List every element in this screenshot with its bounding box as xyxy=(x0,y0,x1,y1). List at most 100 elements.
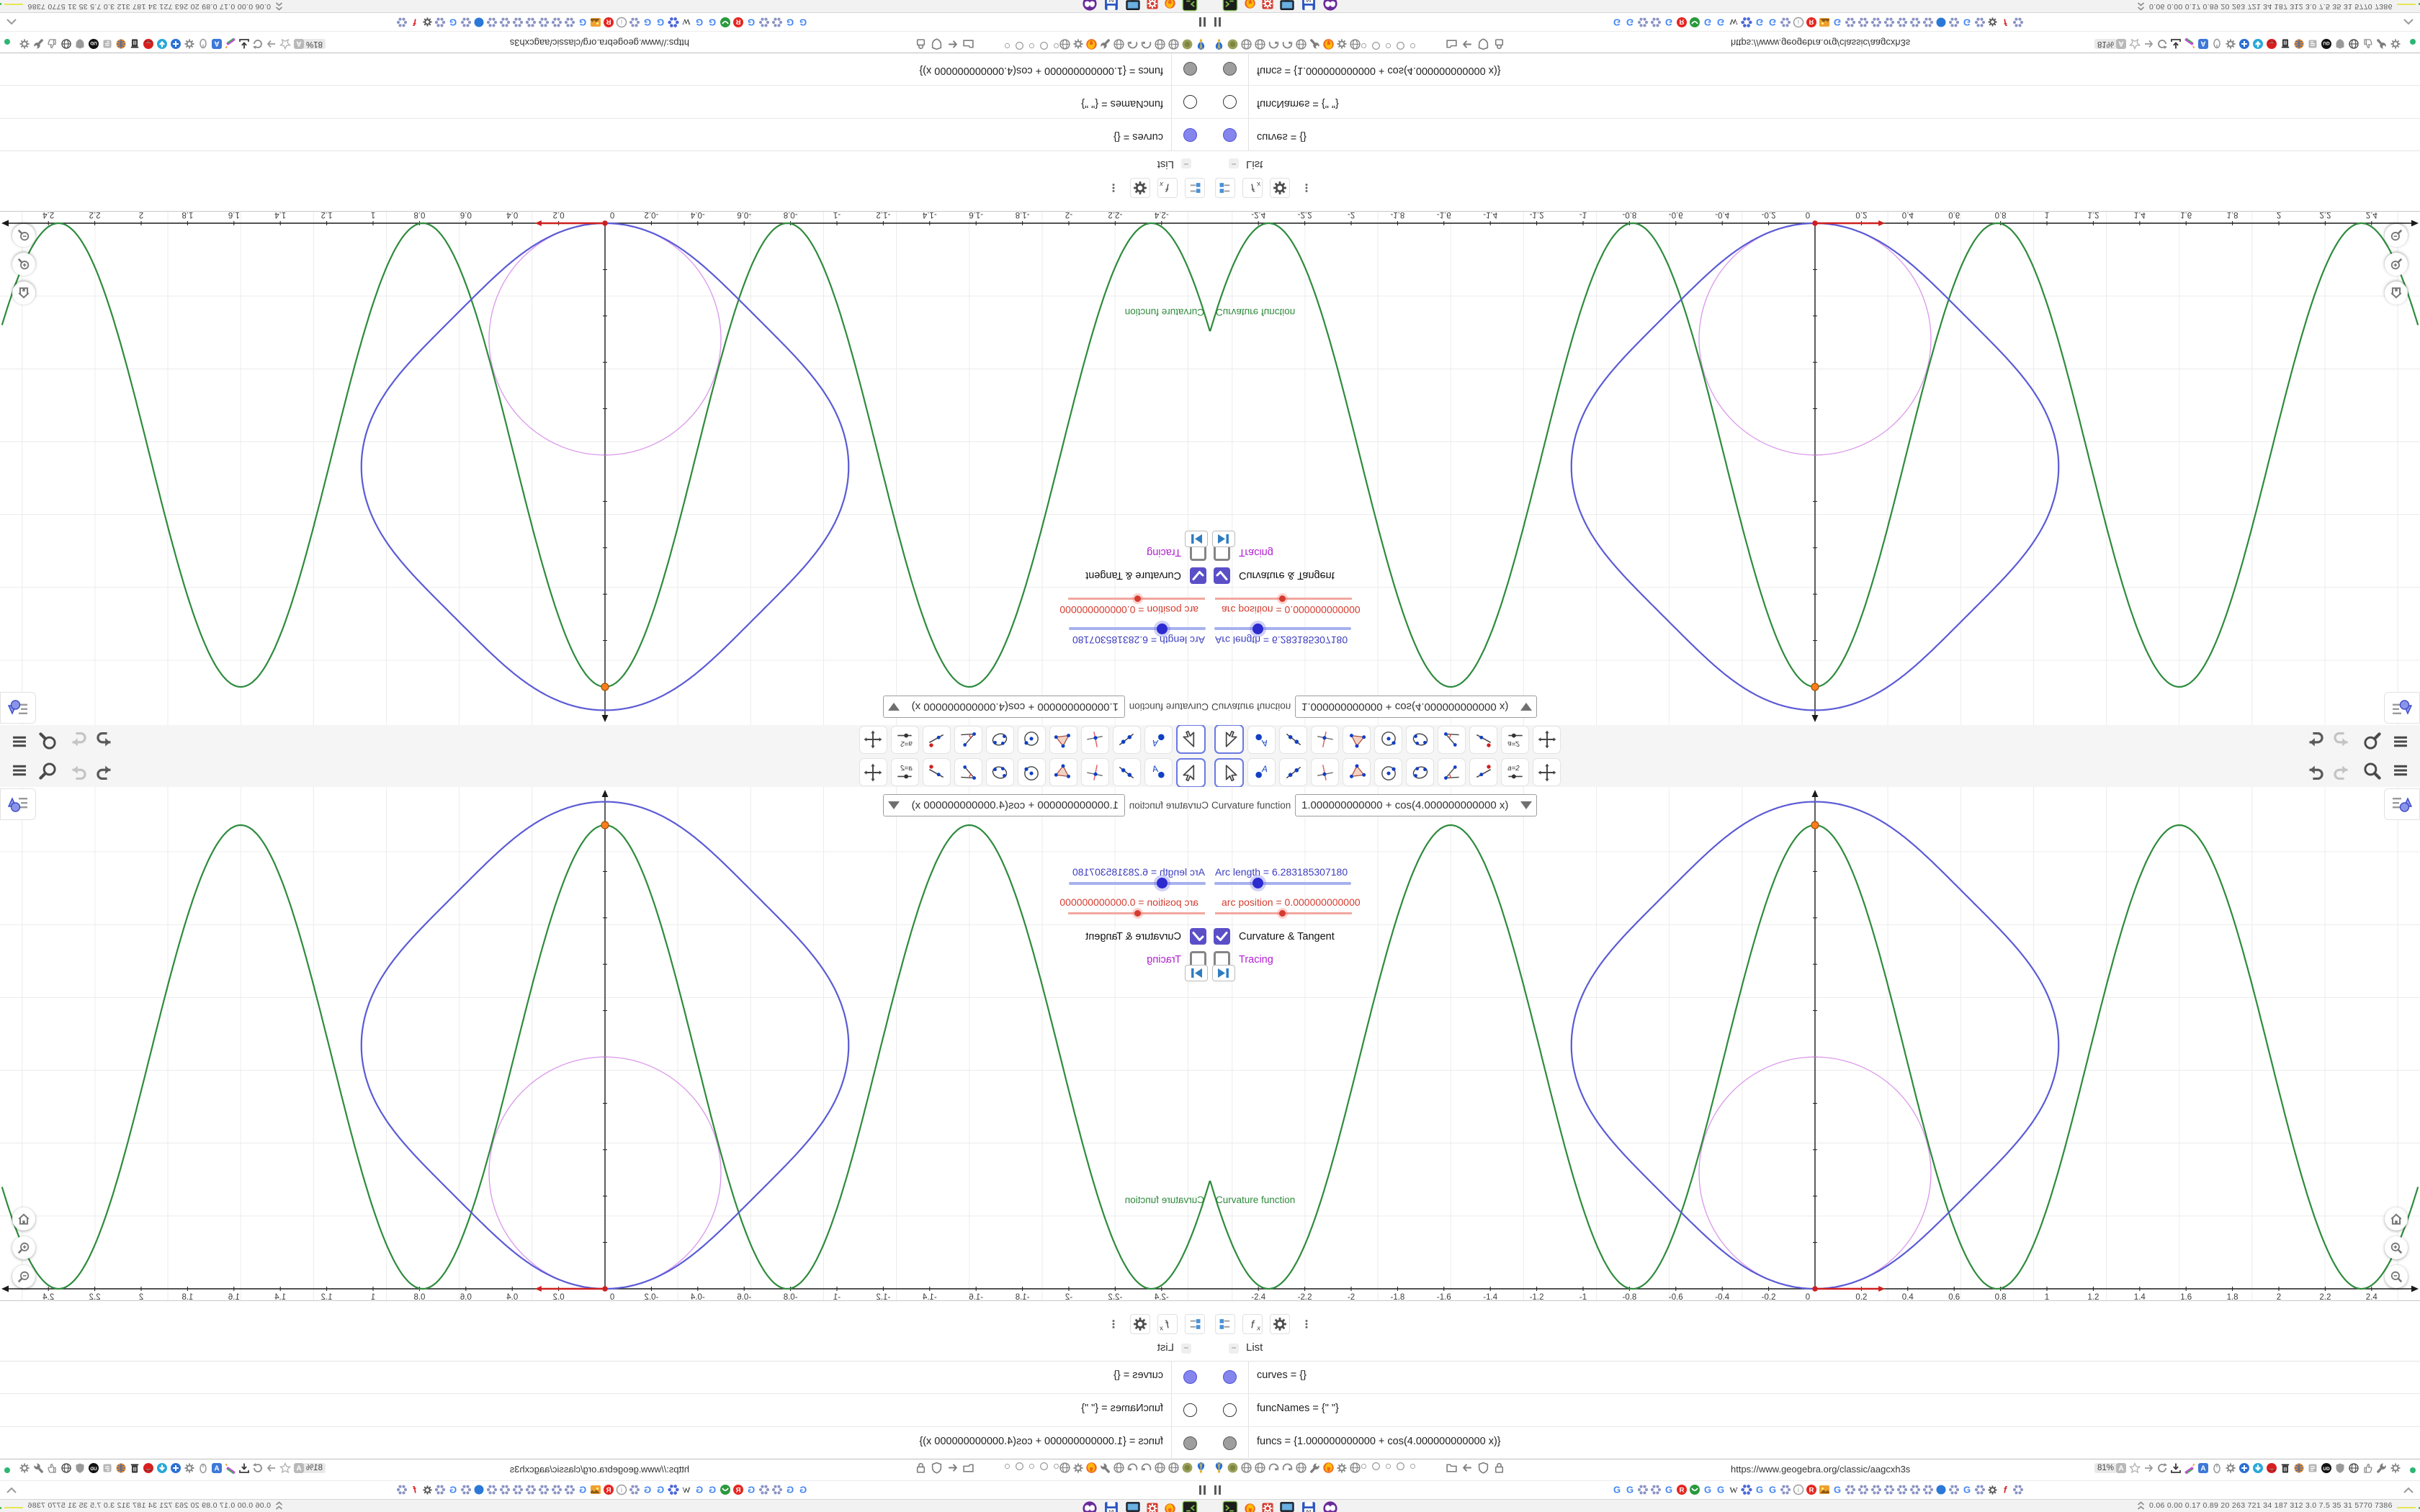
gearG-icon[interactable] xyxy=(1072,1462,1084,1474)
tool-perpendicular-button[interactable] xyxy=(1311,726,1339,754)
arrL-icon[interactable] xyxy=(946,1462,959,1474)
plusC-icon[interactable] xyxy=(170,1462,182,1474)
g-icon[interactable]: G xyxy=(642,1484,653,1495)
shieldG-icon[interactable] xyxy=(74,1462,86,1474)
algebra-list-header[interactable]: − List xyxy=(1210,150,2420,175)
redC-icon[interactable]: TCF xyxy=(2266,39,2277,50)
tool-conic-button[interactable] xyxy=(1406,758,1434,786)
tool-conic-button[interactable] xyxy=(1406,726,1434,754)
thumb-icon[interactable] xyxy=(2362,39,2373,50)
tool-move-button[interactable] xyxy=(1214,724,1244,754)
firefox-icon[interactable] xyxy=(1322,38,1335,50)
gearD-icon[interactable] xyxy=(1987,1485,1998,1495)
arc-position-slider-knob[interactable] xyxy=(1279,909,1286,917)
menu-button[interactable] xyxy=(2391,761,2410,780)
ros-icon[interactable] xyxy=(1845,17,1856,28)
bdot-icon[interactable] xyxy=(1935,17,1947,28)
algebra-tree-button[interactable] xyxy=(1215,178,1235,198)
globeD-icon[interactable] xyxy=(2348,1462,2360,1474)
ring11-icon[interactable] xyxy=(1396,1462,1405,1471)
mouse-icon[interactable] xyxy=(2211,1462,2223,1474)
curvature-tangent-checkbox[interactable] xyxy=(1190,928,1206,945)
img-icon[interactable] xyxy=(1819,1484,1830,1495)
arrR-icon[interactable] xyxy=(2143,1462,2154,1474)
redC-icon[interactable]: TCF xyxy=(2266,1462,2277,1474)
mask-icon[interactable] xyxy=(1082,1500,1098,1512)
arc-length-slider-knob[interactable] xyxy=(1157,878,1168,888)
algebra-row-2[interactable]: funcNames = {" "} xyxy=(1210,1394,2420,1427)
algebra-row-1[interactable]: curves = {} xyxy=(0,1361,1210,1394)
graphics-view[interactable]: -2.4 -2.2 -2 -1.8 -1.6 -1.4 -1.2 -1 -0.8 -0.6 -0.4… xyxy=(0,787,1210,1300)
tool-polygon-button[interactable] xyxy=(1343,758,1371,786)
visibility-toggle[interactable] xyxy=(1183,1370,1197,1384)
transG-icon[interactable]: A xyxy=(2115,1462,2127,1474)
ros-icon[interactable] xyxy=(512,17,524,28)
gearRed-icon[interactable] xyxy=(1262,0,1273,9)
ya-icon[interactable]: R xyxy=(1806,17,1817,28)
shieldO-icon[interactable] xyxy=(1477,38,1489,50)
ros-icon[interactable] xyxy=(1896,1484,1908,1495)
zoom-level-badge[interactable]: 81% xyxy=(2094,1463,2118,1473)
tool-conic-button[interactable] xyxy=(986,758,1014,786)
folder-icon[interactable] xyxy=(1446,38,1458,50)
tool-circle-center-point-button[interactable] xyxy=(1374,758,1402,786)
shieldG-icon[interactable] xyxy=(74,39,86,50)
ros-icon[interactable] xyxy=(512,1484,524,1495)
ring8-icon[interactable] xyxy=(1410,42,1416,49)
algebra-list-header[interactable]: − List xyxy=(1210,1337,2420,1362)
tool-slider-button[interactable]: a=2 xyxy=(891,726,919,754)
chevron-up-icon[interactable] xyxy=(6,1485,17,1498)
collapse-icon[interactable]: − xyxy=(1229,1344,1239,1354)
algebra-row-1[interactable]: curves = {} xyxy=(0,118,1210,151)
ros-icon[interactable] xyxy=(1948,17,1960,28)
ud-icon[interactable]: UD xyxy=(88,1462,99,1474)
ros-icon[interactable] xyxy=(396,1484,408,1495)
down-icon[interactable] xyxy=(238,1462,250,1474)
ros-icon[interactable] xyxy=(2012,17,2024,28)
arc-length-slider[interactable] xyxy=(1069,624,1206,634)
globeD-icon[interactable] xyxy=(60,39,72,50)
algebra-row-2[interactable]: funcNames = {" "} xyxy=(0,85,1210,118)
terminal-icon[interactable] xyxy=(1222,1500,1238,1512)
downC-icon[interactable] xyxy=(2252,39,2264,50)
gauge-icon[interactable] xyxy=(1281,1462,1294,1474)
transB-icon[interactable]: A xyxy=(2197,1462,2209,1474)
home-button[interactable] xyxy=(2385,1207,2408,1230)
collapse-icon[interactable]: − xyxy=(1181,1343,1191,1354)
img-icon[interactable] xyxy=(1819,17,1830,28)
balloon-icon[interactable] xyxy=(1195,1462,1207,1474)
globe-icon[interactable] xyxy=(1295,1462,1307,1474)
globe-icon[interactable] xyxy=(1295,38,1307,50)
ros-icon[interactable] xyxy=(486,1484,498,1495)
g-icon[interactable]: G xyxy=(797,17,809,28)
gearG-icon[interactable] xyxy=(19,39,30,50)
g-icon[interactable]: G xyxy=(1715,1484,1726,1495)
arc-position-slider[interactable] xyxy=(1215,909,1352,917)
collapse-icon[interactable]: − xyxy=(1181,158,1191,169)
thumb-icon[interactable] xyxy=(47,39,58,50)
tool-tangent-button[interactable] xyxy=(1469,758,1497,786)
trash-icon[interactable] xyxy=(129,1462,140,1474)
visibility-toggle[interactable] xyxy=(1223,1403,1237,1417)
bdot-icon[interactable] xyxy=(473,17,485,28)
ros-icon[interactable] xyxy=(525,17,537,28)
firefox-icon[interactable] xyxy=(1244,0,1256,10)
kebab-menu-button[interactable] xyxy=(1104,179,1123,197)
visibility-toggle[interactable] xyxy=(1223,1370,1237,1384)
tool-point-button[interactable]: A xyxy=(1144,726,1173,754)
algebra-row-1[interactable]: curves = {} xyxy=(1210,1361,2420,1394)
algebra-row-3[interactable]: funcs = {1.000000000000 + cos(4.00000000… xyxy=(0,52,1210,85)
redo-button[interactable] xyxy=(2334,732,2352,751)
ros-icon[interactable] xyxy=(1637,1484,1649,1495)
gearG-icon[interactable] xyxy=(19,1462,30,1474)
globe-icon[interactable] xyxy=(1059,38,1071,50)
g-icon[interactable]: G xyxy=(1702,1484,1713,1495)
url-text[interactable]: https://www.geogebra.org/classic/aagcxh3… xyxy=(1731,37,1910,48)
g-icon[interactable]: G xyxy=(1611,1484,1623,1495)
reload-icon[interactable] xyxy=(2156,1462,2168,1474)
person-icon[interactable] xyxy=(1181,1462,1193,1474)
ggb-icon[interactable] xyxy=(668,17,679,28)
g-icon[interactable]: G xyxy=(1754,17,1765,28)
gcheck-icon[interactable] xyxy=(1689,1484,1700,1495)
settings-gear-button[interactable] xyxy=(1130,1314,1150,1334)
